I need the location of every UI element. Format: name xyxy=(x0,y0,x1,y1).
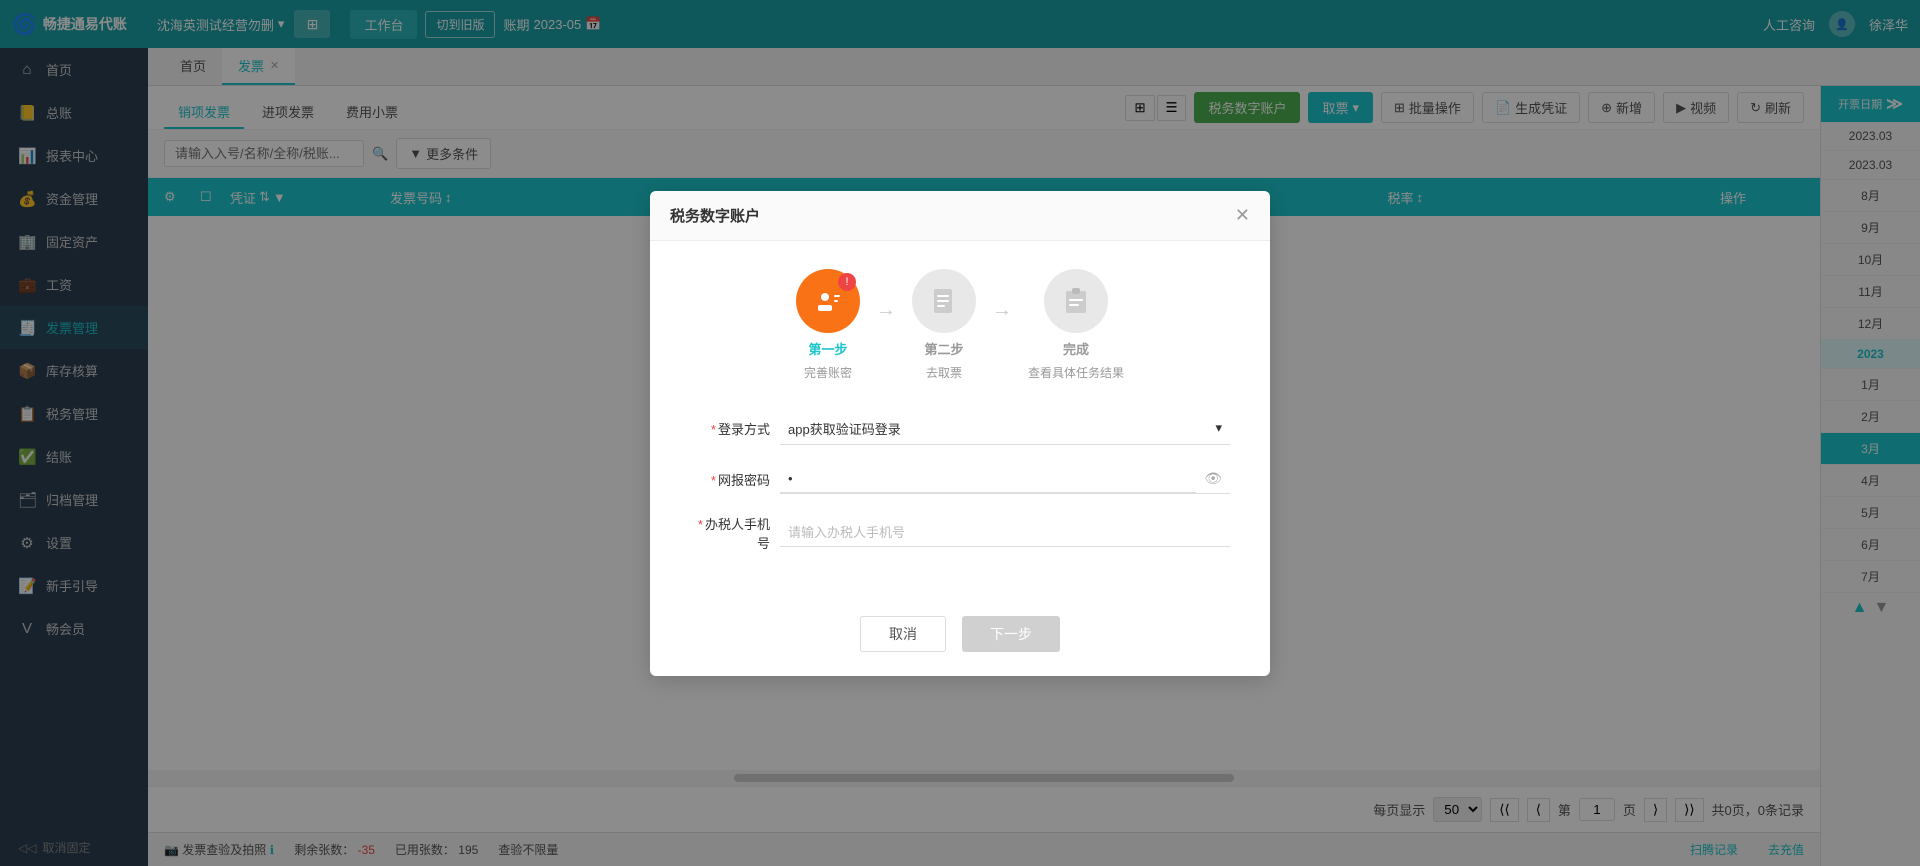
step-2-desc: 去取票 xyxy=(926,364,962,381)
chevron-down-icon: ▾ xyxy=(1215,420,1222,436)
login-method-row: *登录方式 app获取验证码登录 ▾ xyxy=(690,413,1230,445)
step-3: 完成 查看具体任务结果 xyxy=(1028,269,1124,381)
modal-body: ! 第一步 完善账密 → 第 xyxy=(650,241,1270,600)
step-1: ! 第一步 完善账密 xyxy=(796,269,860,381)
eye-icon[interactable]: 👁 xyxy=(1196,470,1230,487)
step-2-label: 第二步 xyxy=(924,339,963,358)
document-icon xyxy=(930,287,958,315)
step-3-icon xyxy=(1044,269,1108,333)
step-3-label: 完成 xyxy=(1063,339,1089,358)
modal-overlay: 税务数字账户 ✕ ! xyxy=(0,0,1920,866)
clipboard-icon xyxy=(1062,287,1090,315)
password-row: *网报密码 👁 xyxy=(690,465,1230,494)
login-method-label: *登录方式 xyxy=(690,419,780,438)
password-input[interactable] xyxy=(780,465,1196,493)
phone-label: *办税人手机号 xyxy=(690,514,780,552)
password-label: *网报密码 xyxy=(690,470,780,489)
modal-footer: 取消 下一步 xyxy=(650,600,1270,676)
cancel-button[interactable]: 取消 xyxy=(860,616,946,652)
step-1-label: 第一步 xyxy=(808,339,847,358)
modal-header: 税务数字账户 ✕ xyxy=(650,191,1270,241)
login-method-select[interactable]: app获取验证码登录 ▾ xyxy=(780,413,1230,445)
step-arrow-1: → xyxy=(876,299,896,350)
password-input-wrapper: 👁 xyxy=(780,465,1230,494)
tax-digital-modal: 税务数字账户 ✕ ! xyxy=(650,191,1270,676)
phone-input[interactable] xyxy=(780,519,1230,547)
modal-close-button[interactable]: ✕ xyxy=(1235,205,1250,226)
steps: ! 第一步 完善账密 → 第 xyxy=(690,269,1230,381)
person-card-icon xyxy=(812,285,844,317)
phone-row: *办税人手机号 xyxy=(690,514,1230,552)
step-1-icon: ! xyxy=(796,269,860,333)
step-2-icon xyxy=(912,269,976,333)
step-3-desc: 查看具体任务结果 xyxy=(1028,364,1124,381)
step-arrow-2: → xyxy=(992,299,1012,350)
next-button[interactable]: 下一步 xyxy=(962,616,1060,652)
step-1-badge: ! xyxy=(838,273,856,291)
modal-title: 税务数字账户 xyxy=(670,205,760,226)
step-1-desc: 完善账密 xyxy=(804,364,852,381)
step-2: 第二步 去取票 xyxy=(912,269,976,381)
